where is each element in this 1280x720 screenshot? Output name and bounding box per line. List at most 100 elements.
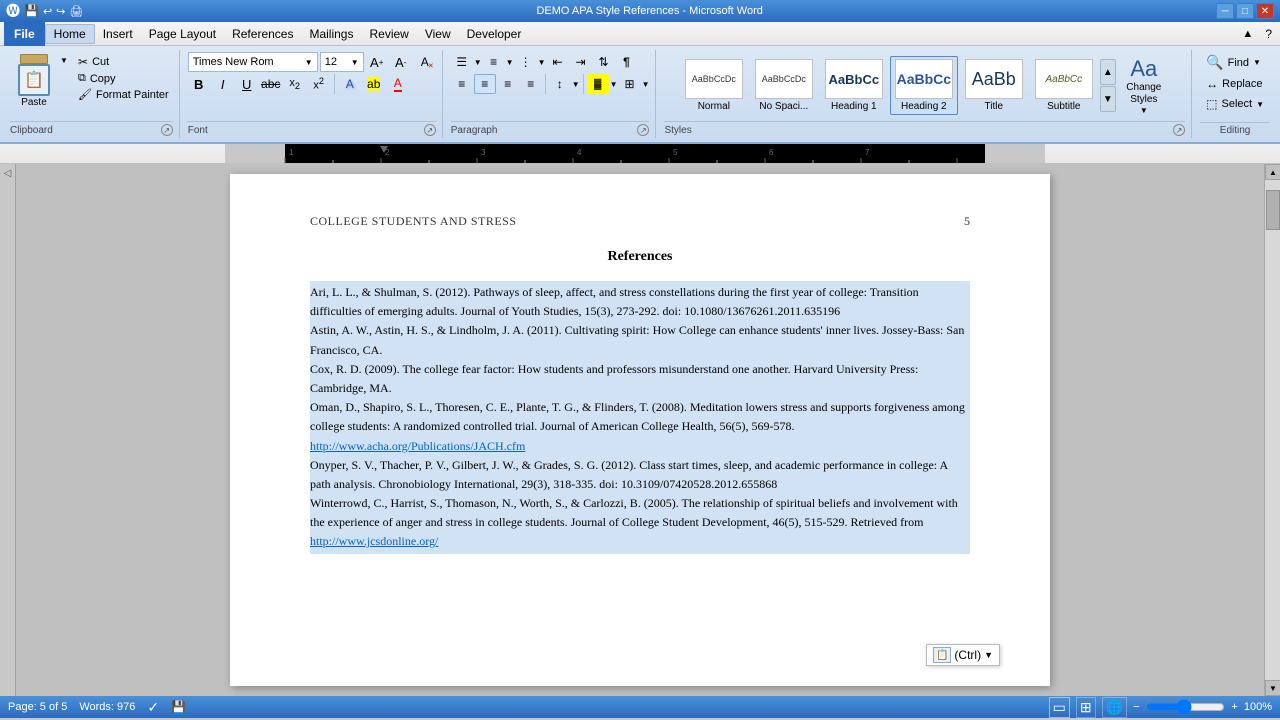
style-title[interactable]: AaBb Title xyxy=(960,56,1028,115)
line-spacing-arrow[interactable]: ▼ xyxy=(572,80,580,89)
font-name-dropdown[interactable]: Times New Rom ▼ xyxy=(188,52,318,72)
style-subtitle[interactable]: AaBbCc Subtitle xyxy=(1030,56,1098,115)
align-center-button[interactable]: ≡ xyxy=(474,74,496,94)
find-button[interactable]: 🔍 Find ▼ xyxy=(1200,52,1267,73)
numbering-button[interactable]: ≡ xyxy=(483,52,505,72)
menu-insert[interactable]: Insert xyxy=(95,24,141,44)
ribbon-collapse[interactable]: ▲ xyxy=(1238,28,1257,40)
menu-mailings[interactable]: Mailings xyxy=(301,24,361,44)
increase-font-button[interactable]: A+ xyxy=(366,52,388,72)
italic-button[interactable]: I xyxy=(212,74,234,94)
references-block[interactable]: Ari, L. L., & Shulman, S. (2012). Pathwa… xyxy=(310,281,970,554)
find-arrow[interactable]: ▼ xyxy=(1253,58,1261,67)
styles-launcher[interactable]: ↗ xyxy=(1173,124,1185,136)
decrease-font-button[interactable]: A- xyxy=(390,52,412,72)
format-painter-button[interactable]: 🖌 Format Painter xyxy=(74,87,173,102)
copy-button[interactable]: ⧉ Copy xyxy=(74,71,173,86)
scroll-thumb[interactable] xyxy=(1266,190,1280,230)
text-highlight-button[interactable]: ab xyxy=(363,74,385,94)
paragraph-launcher[interactable]: ↗ xyxy=(637,124,649,136)
paste-options-arrow[interactable]: ▼ xyxy=(984,650,993,660)
subscript-button[interactable]: x2 xyxy=(284,74,306,94)
menu-page-layout[interactable]: Page Layout xyxy=(141,24,224,44)
select-arrow[interactable]: ▼ xyxy=(1256,100,1264,109)
multilevel-button[interactable]: ⋮ xyxy=(515,52,537,72)
font-size-dropdown[interactable]: 12 ▼ xyxy=(320,52,364,72)
zoom-slider[interactable] xyxy=(1145,702,1225,712)
web-layout-icon[interactable]: 🌐 xyxy=(1102,697,1127,718)
justify-button[interactable]: ≡ xyxy=(520,74,542,94)
spellcheck-icon[interactable]: ✓ xyxy=(147,699,159,716)
multilevel-arrow[interactable]: ▼ xyxy=(538,58,546,67)
align-left-button[interactable]: ≡ xyxy=(451,74,473,94)
doc-scroll-area[interactable]: COLLEGE STUDENTS AND STRESS 5 References… xyxy=(16,164,1264,696)
paste-options-popup[interactable]: 📋 (Ctrl) ▼ xyxy=(926,644,1000,666)
menu-home[interactable]: Home xyxy=(45,24,95,44)
borders-arrow[interactable]: ▼ xyxy=(642,80,650,89)
paste-button[interactable]: 📋 Paste xyxy=(10,52,58,112)
borders-button[interactable]: ⊞ xyxy=(619,74,641,94)
numbering-arrow[interactable]: ▼ xyxy=(506,58,514,67)
zoom-out-button[interactable]: − xyxy=(1133,701,1139,713)
cut-button[interactable]: ✂ Cut xyxy=(74,54,173,70)
styles-scroll-down[interactable]: ▼ xyxy=(1100,86,1116,112)
page-info: Page: 5 of 5 xyxy=(8,701,67,713)
quick-access-save[interactable]: 💾 xyxy=(24,4,39,18)
clipboard-launcher[interactable]: ↗ xyxy=(161,124,173,136)
style-normal[interactable]: AaBbCcDc Normal xyxy=(680,56,748,115)
ref4-link[interactable]: http://www.acha.org/Publications/JACH.cf… xyxy=(310,439,525,453)
clear-format-button[interactable]: A✕ xyxy=(414,52,436,72)
strikethrough-button[interactable]: abc xyxy=(260,74,282,94)
quick-access-redo[interactable]: ↪ xyxy=(56,5,65,18)
full-screen-icon[interactable]: ⊞ xyxy=(1076,697,1096,718)
left-arrow-icon[interactable]: ◁ xyxy=(4,168,12,179)
menu-view[interactable]: View xyxy=(417,24,459,44)
shading-button[interactable]: ▓ xyxy=(587,74,609,94)
sort-button[interactable]: ⇅ xyxy=(592,52,614,72)
clipboard-group-content: 📋 Paste ▼ ✂ Cut ⧉ Copy xyxy=(10,52,173,119)
ruler: // Draw tick marks 1 2 3 4 5 6 7 xyxy=(0,144,1280,164)
ribbon: 📋 Paste ▼ ✂ Cut ⧉ Copy xyxy=(0,46,1280,144)
change-styles-button[interactable]: Aa ChangeStyles ▼ xyxy=(1118,52,1170,119)
style-heading1[interactable]: AaBbCc Heading 1 xyxy=(820,56,888,115)
scroll-down-button[interactable]: ▼ xyxy=(1265,680,1280,696)
shading-arrow[interactable]: ▼ xyxy=(610,80,618,89)
print-layout-icon[interactable]: ▭ xyxy=(1049,697,1070,718)
paste-options-icon: 📋 xyxy=(933,647,951,663)
quick-access-print[interactable]: 🖨 xyxy=(69,5,83,18)
menu-references[interactable]: References xyxy=(224,24,301,44)
style-nospace[interactable]: AaBbCcDc No Spaci... xyxy=(750,56,818,115)
bullets-arrow[interactable]: ▼ xyxy=(474,58,482,67)
menu-review[interactable]: Review xyxy=(361,24,416,44)
replace-button[interactable]: ↔ Replace xyxy=(1200,75,1268,93)
font-launcher[interactable]: ↗ xyxy=(424,124,436,136)
bold-button[interactable]: B xyxy=(188,74,210,94)
text-effects-button[interactable]: A xyxy=(339,74,361,94)
styles-scroll-up[interactable]: ▲ xyxy=(1100,59,1116,85)
font-color-button[interactable]: A xyxy=(387,74,409,94)
scroll-track[interactable] xyxy=(1265,180,1280,680)
ref6-link[interactable]: http://www.jcsdonline.org/ xyxy=(310,534,438,548)
style-heading2[interactable]: AaBbCc Heading 2 xyxy=(890,56,958,115)
paste-dropdown-arrow[interactable]: ▼ xyxy=(60,56,68,65)
increase-indent[interactable]: ⇥ xyxy=(569,52,591,72)
minimize-button[interactable]: ─ xyxy=(1216,3,1234,19)
superscript-button[interactable]: x2 xyxy=(308,74,330,94)
quick-access-undo[interactable]: ↩ xyxy=(43,5,52,18)
select-button[interactable]: ⬚ Select ▼ xyxy=(1200,95,1270,113)
show-hide-button[interactable]: ¶ xyxy=(615,52,637,72)
line-spacing-button[interactable]: ↕ xyxy=(549,74,571,94)
right-scrollbar[interactable]: ▲ ▼ xyxy=(1264,164,1280,696)
scroll-up-button[interactable]: ▲ xyxy=(1265,164,1280,180)
maximize-button[interactable]: □ xyxy=(1236,3,1254,19)
bullets-button[interactable]: ☰ xyxy=(451,52,473,72)
menu-developer[interactable]: Developer xyxy=(459,24,530,44)
close-button[interactable]: ✕ xyxy=(1256,3,1274,19)
underline-button[interactable]: U xyxy=(236,74,258,94)
menu-bar: File Home Insert Page Layout References … xyxy=(0,22,1280,46)
decrease-indent[interactable]: ⇤ xyxy=(546,52,568,72)
help-icon[interactable]: ? xyxy=(1261,27,1276,41)
zoom-in-button[interactable]: + xyxy=(1231,701,1237,713)
align-right-button[interactable]: ≡ xyxy=(497,74,519,94)
menu-file[interactable]: File xyxy=(4,22,45,46)
